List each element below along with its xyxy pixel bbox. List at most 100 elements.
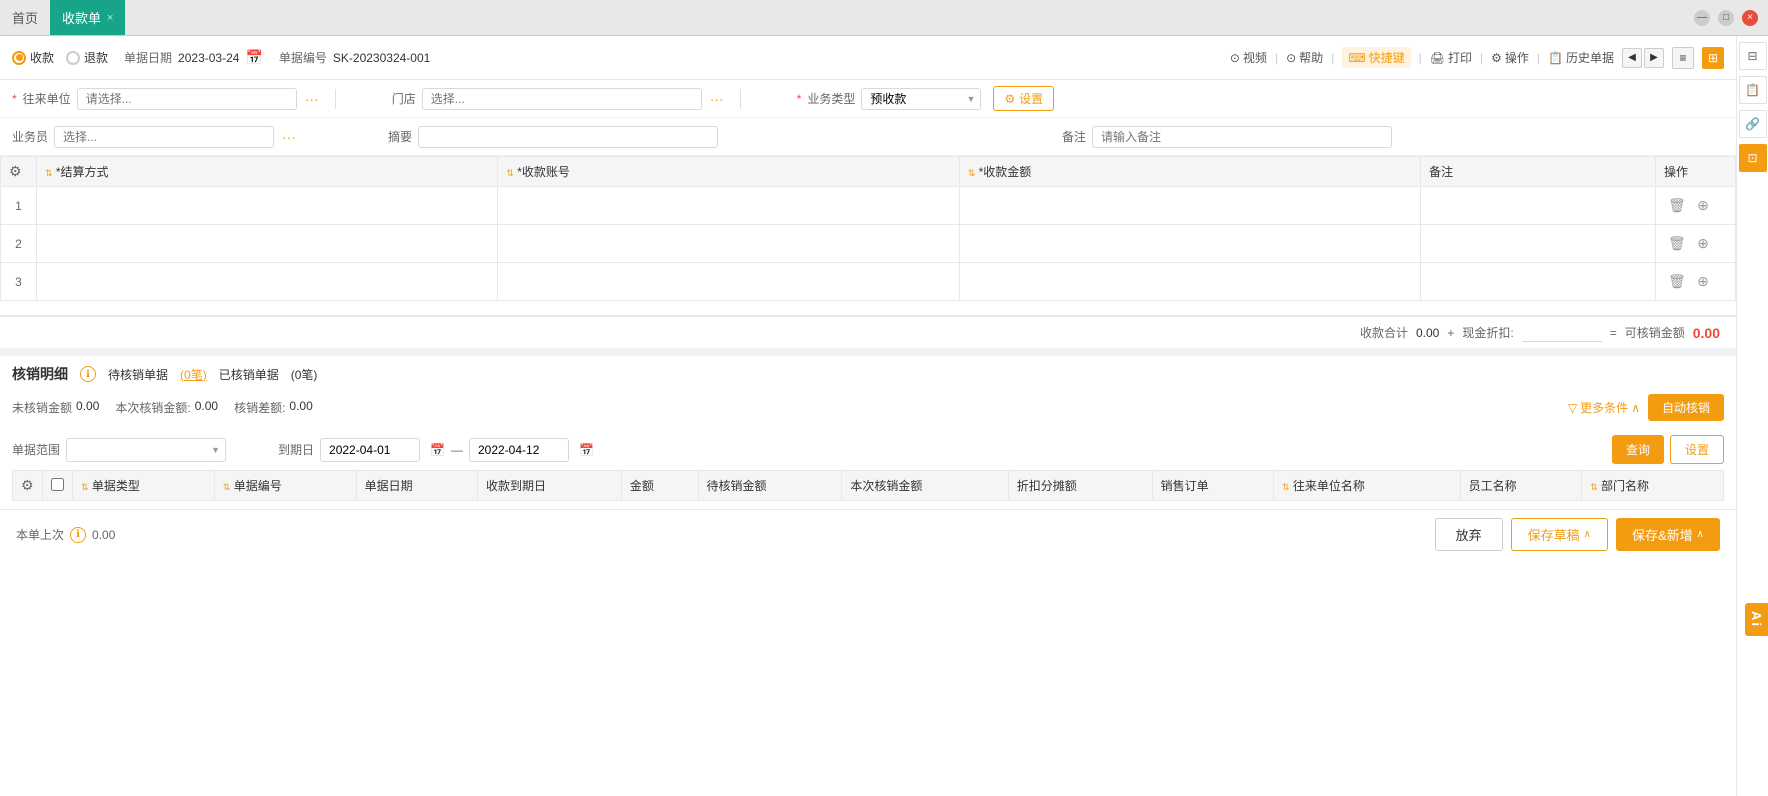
main-container: 收款 退款 单据日期 2023-03-24 📅 单据编号 SK-20230324…: [0, 36, 1768, 796]
salesperson-more-icon[interactable]: ···: [282, 129, 296, 145]
nav-prev-button[interactable]: ◀: [1622, 48, 1642, 68]
pending-tab-count[interactable]: (0笔): [180, 366, 207, 383]
current-value: 0.00: [195, 399, 218, 416]
tab-home[interactable]: 首页: [0, 0, 50, 35]
row-action-2: 🗑 ⊕: [1656, 225, 1736, 263]
print-link[interactable]: 🖨 打印: [1430, 49, 1472, 66]
due-date-end-input[interactable]: [469, 438, 569, 462]
minimize-button[interactable]: —: [1694, 10, 1710, 26]
range-select[interactable]: [66, 438, 226, 462]
th-discount: 折扣分摊额: [1008, 471, 1152, 501]
row-amount-3[interactable]: [959, 263, 1420, 301]
biz-type-label: 业务类型: [807, 90, 855, 107]
select-all-checkbox[interactable]: [51, 478, 64, 491]
ops-icon: ⚙: [1491, 51, 1502, 65]
list-view-button[interactable]: ≡: [1672, 47, 1694, 69]
end-calendar-icon[interactable]: 📅: [579, 443, 594, 457]
tab-receipt[interactable]: 收款单 ×: [50, 0, 125, 35]
pending-tab-label: 待核销单据: [108, 366, 168, 383]
verif-info-icon[interactable]: ℹ: [80, 366, 96, 382]
radio-receipt[interactable]: 收款: [12, 49, 54, 66]
row-settle-1[interactable]: [37, 187, 498, 225]
th-note: 备注: [1421, 157, 1656, 187]
store-field: 门店 ···: [392, 88, 724, 110]
radio-refund[interactable]: 退款: [66, 49, 108, 66]
maximize-button[interactable]: □: [1718, 10, 1734, 26]
biz-type-field: * 业务类型 预收款: [797, 88, 982, 110]
ai-badge[interactable]: Ai: [1745, 603, 1768, 636]
sort-amount-icon[interactable]: ⇅: [968, 168, 976, 178]
nav-next-button[interactable]: ▶: [1644, 48, 1664, 68]
footer-info-icon[interactable]: ℹ: [70, 527, 86, 543]
close-button[interactable]: ×: [1742, 10, 1758, 26]
right-panel-btn-2[interactable]: 📋: [1739, 76, 1767, 104]
sort-account-icon[interactable]: ⇅: [506, 168, 514, 178]
biz-type-select[interactable]: 预收款: [861, 88, 981, 110]
th-doc-date: 单据日期: [356, 471, 477, 501]
row-note-1[interactable]: [1421, 187, 1656, 225]
from-unit-more-icon[interactable]: ···: [305, 91, 319, 107]
more-conditions-link[interactable]: ▽ 更多条件 ∧: [1568, 399, 1640, 416]
right-panel: ⊟ 📋 🔗 ⊡: [1736, 36, 1768, 796]
calendar-icon[interactable]: 📅: [245, 49, 262, 66]
grid-view-button[interactable]: ⊞: [1702, 47, 1724, 69]
filter-row: 单据范围 到期日 📅 — 📅 查询 设置: [12, 429, 1724, 470]
due-date-start-input[interactable]: [320, 438, 420, 462]
sort-settle-icon[interactable]: ⇅: [45, 168, 53, 178]
row-delete-btn-3[interactable]: 🗑: [1664, 271, 1690, 292]
right-panel-btn-1[interactable]: ⊟: [1739, 42, 1767, 70]
row-delete-btn-2[interactable]: 🗑: [1664, 233, 1690, 254]
salesperson-input[interactable]: [54, 126, 274, 148]
row-num-1: 1: [1, 187, 37, 225]
video-link[interactable]: ⊙ 视频: [1230, 49, 1267, 66]
row-amount-2[interactable]: [959, 225, 1420, 263]
gear-bottom-icon[interactable]: ⚙: [21, 477, 34, 493]
store-more-icon[interactable]: ···: [710, 91, 724, 107]
settings-button[interactable]: ⚙ 设置: [993, 86, 1054, 111]
row-copy-btn-3[interactable]: ⊕: [1693, 271, 1713, 292]
verification-section: 核销明细 ℹ 待核销单据 (0笔) 已核销单据 (0笔) 未核销金额 0.00 …: [0, 356, 1736, 509]
row-copy-btn-1[interactable]: ⊕: [1693, 195, 1713, 216]
row-account-2[interactable]: [498, 225, 959, 263]
row-note-3[interactable]: [1421, 263, 1656, 301]
discount-input[interactable]: [1522, 323, 1602, 342]
summary-field: 摘要: [388, 126, 1050, 148]
row-delete-btn-1[interactable]: 🗑: [1664, 195, 1690, 216]
query-button[interactable]: 查询: [1612, 435, 1664, 464]
ops-link[interactable]: ⚙ 操作: [1491, 49, 1529, 66]
start-calendar-icon[interactable]: 📅: [430, 443, 445, 457]
row-note-2[interactable]: [1421, 225, 1656, 263]
radio-receipt-label: 收款: [30, 49, 54, 66]
help-link[interactable]: ⊙ 帮助: [1286, 49, 1323, 66]
row-settle-2[interactable]: [37, 225, 498, 263]
row-copy-btn-2[interactable]: ⊕: [1693, 233, 1713, 254]
row-account-3[interactable]: [498, 263, 959, 301]
save-draft-button[interactable]: 保存草稿 ∧: [1511, 518, 1608, 551]
per-page-label: 本单上次: [16, 526, 64, 543]
from-unit-input[interactable]: [77, 88, 297, 110]
right-panel-btn-4[interactable]: ⊡: [1739, 144, 1767, 172]
abandon-button[interactable]: 放弃: [1435, 518, 1503, 551]
verif-table: ⚙ ⇅ 单据类型 ⇅ 单据编号 单据日期: [12, 470, 1724, 501]
note-input[interactable]: [1092, 126, 1392, 148]
toolbar-actions: ⊙ 视频 | ⊙ 帮助 | ⌨ 快捷键 | 🖨 打印 | ⚙ 操作: [1230, 47, 1724, 69]
history-link[interactable]: 📋 历史单据: [1548, 49, 1614, 66]
auto-verify-button[interactable]: 自动核销: [1648, 394, 1724, 421]
plus-sign: +: [1447, 326, 1454, 340]
th-gear[interactable]: ⚙: [1, 157, 37, 187]
due-date-label: 到期日: [278, 441, 314, 458]
save-new-button[interactable]: 保存&新增 ∧: [1616, 518, 1720, 551]
summary-input[interactable]: [418, 126, 718, 148]
tab-close-icon[interactable]: ×: [107, 12, 113, 24]
verif-setting-button[interactable]: 设置: [1670, 435, 1724, 464]
row-amount-1[interactable]: [959, 187, 1420, 225]
row-num-3: 3: [1, 263, 37, 301]
row-account-1[interactable]: [498, 187, 959, 225]
right-panel-btn-3[interactable]: 🔗: [1739, 110, 1767, 138]
shortcut-link[interactable]: ⌨ 快捷键: [1342, 47, 1410, 68]
form-divider-2: [740, 89, 741, 109]
row-settle-3[interactable]: [37, 263, 498, 301]
doc-date-value: 2023-03-24: [178, 51, 239, 65]
radio-receipt-circle: [12, 51, 26, 65]
store-input[interactable]: [422, 88, 702, 110]
